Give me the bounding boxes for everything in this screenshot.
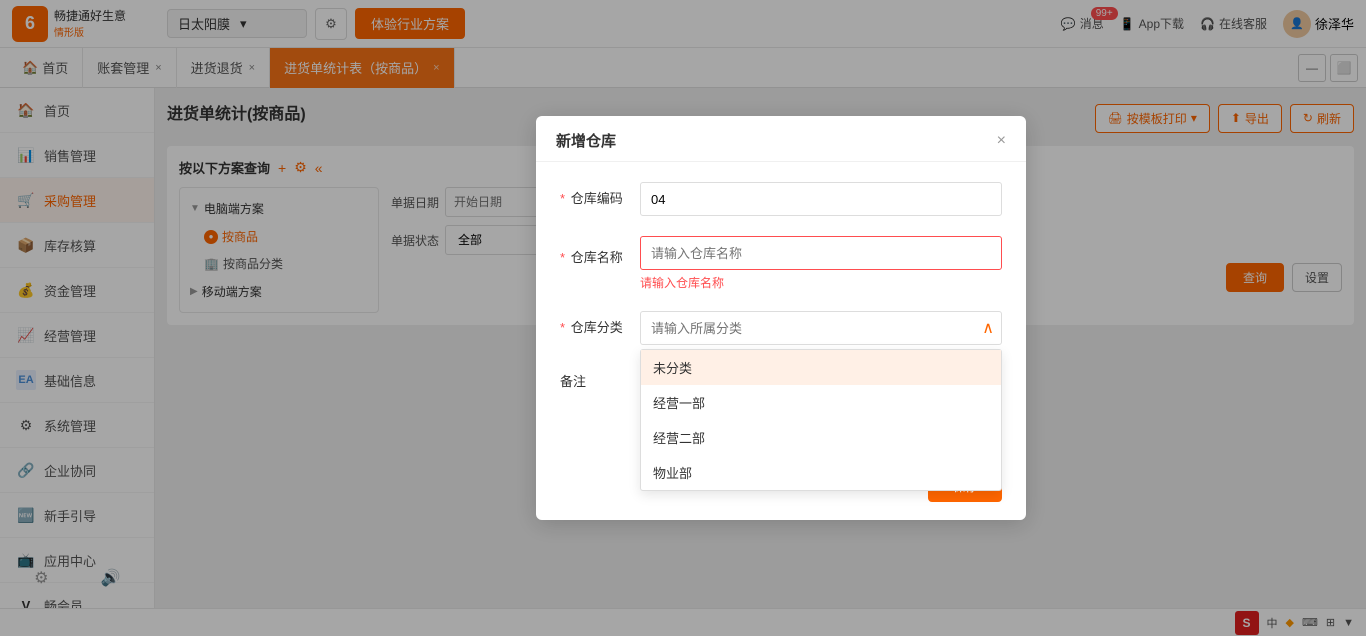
dialog-body: * 仓库编码 * 仓库名称 请输入仓库名称 * 仓库分类 [536,162,1026,461]
code-label: * 仓库编码 [560,182,640,207]
dropdown-item-property[interactable]: 物业部 [641,455,1001,490]
category-input-wrap: ∧ 未分类 经营一部 经营二部 物业部 [640,311,1002,345]
category-required-star: * [560,320,565,335]
warehouse-category-field: * 仓库分类 ∧ 未分类 经营一部 经营二部 物业部 [560,311,1002,345]
category-input[interactable] [640,311,1002,345]
warehouse-name-field: * 仓库名称 请输入仓库名称 [560,236,1002,291]
dropdown-item-dept2[interactable]: 经营二部 [641,420,1001,455]
category-label: * 仓库分类 [560,311,640,336]
warehouse-code-field: * 仓库编码 [560,182,1002,216]
dialog-close-button[interactable]: × [997,132,1006,150]
name-error-msg: 请输入仓库名称 [640,274,724,291]
name-label: * 仓库名称 [560,241,640,266]
dialog-header: 新增仓库 × [536,116,1026,162]
note-label: 备注 [560,365,640,390]
dialog-title: 新增仓库 [556,130,616,151]
new-warehouse-dialog: 新增仓库 × * 仓库编码 * 仓库名称 请输入仓库名称 [536,116,1026,520]
required-star: * [560,191,565,206]
category-toggle-icon[interactable]: ∧ [982,318,994,338]
name-input[interactable] [640,236,1002,270]
code-input[interactable] [640,182,1002,216]
name-required-star: * [560,250,565,265]
dropdown-item-dept1[interactable]: 经营一部 [641,385,1001,420]
category-dropdown: 未分类 经营一部 经营二部 物业部 [640,349,1002,491]
dropdown-item-uncategorized[interactable]: 未分类 [641,350,1001,385]
